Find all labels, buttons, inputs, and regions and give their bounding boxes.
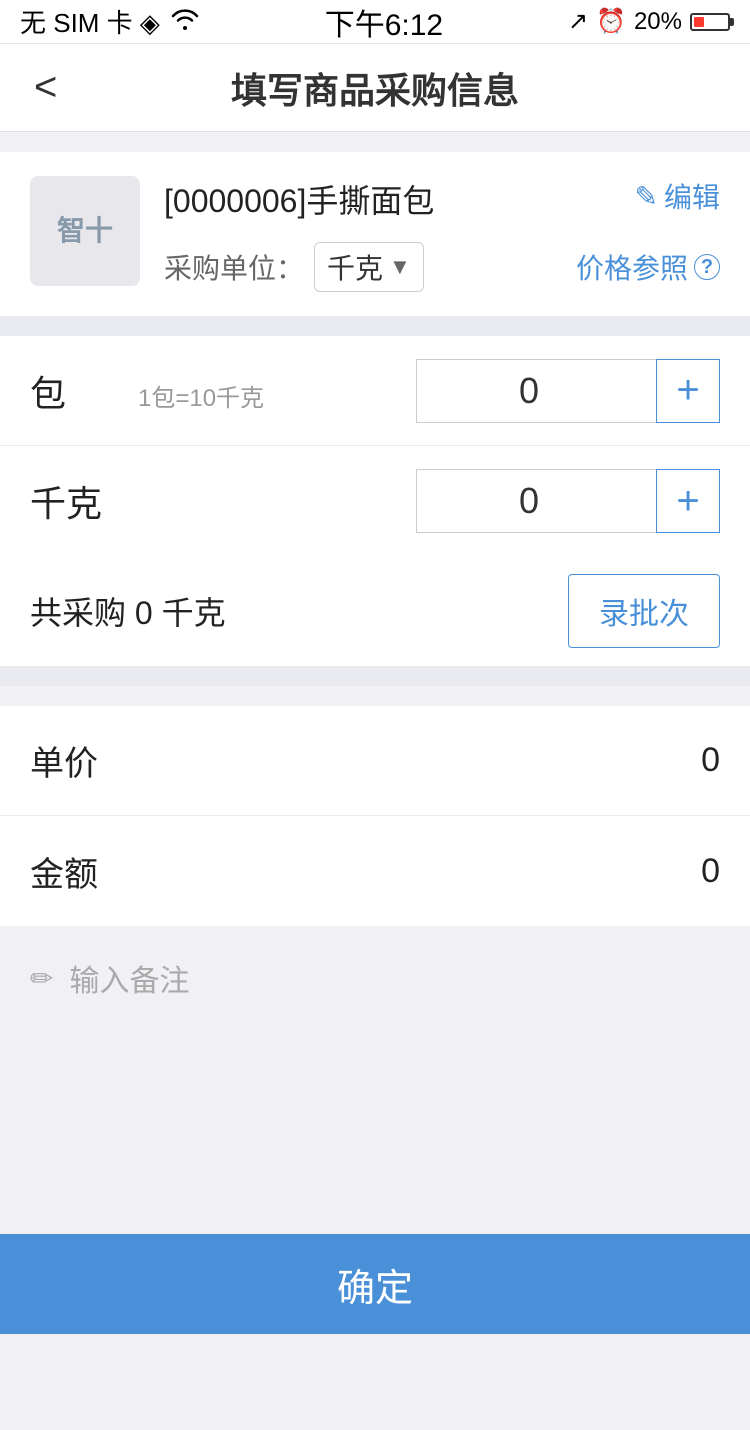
note-input-wrap[interactable]: ✏ 输入备注 [30,956,720,1000]
section-divider-1 [0,316,750,336]
confirm-button[interactable]: 确定 [0,1234,750,1334]
note-section: ✏ 输入备注 [0,926,750,1030]
unit-price-row: 单价 0 [0,706,750,816]
bao-input-wrap: + [416,359,720,423]
unit-price-value: 0 [701,741,720,780]
amount-row: 金额 0 [0,816,750,926]
summary-text: 共采购 0 千克 [30,588,226,634]
status-time: 下午6:12 [325,0,443,44]
kg-quantity-input[interactable] [416,469,656,533]
kg-plus-button[interactable]: + [656,469,720,533]
edit-icon: ✎ [635,180,658,213]
status-bar: 无 SIM 卡 ◈ 下午6:12 ↗ ⏰ 20% [0,0,750,44]
amount-label: 金额 [30,847,98,896]
note-placeholder: 输入备注 [69,956,189,1000]
product-logo: 智十 [57,217,113,245]
kg-row: 千克 + [0,446,750,556]
location-icon: ↗ [568,7,588,36]
bottom-padding [0,1330,750,1430]
back-button[interactable]: < [24,55,67,120]
unit-select[interactable]: 千克 ▼ [314,242,424,292]
bao-sublabel: 1包=10千克 [138,378,264,413]
summary-row: 共采购 0 千克 录批次 [0,556,750,666]
bao-plus-button[interactable]: + [656,359,720,423]
kg-label: 千克 [30,475,130,527]
kg-input-wrap: + [416,469,720,533]
product-thumbnail: 智十 [30,176,140,286]
amount-value: 0 [701,852,720,891]
edit-button[interactable]: ✎ 编辑 [635,176,720,216]
product-header: [0000006]手撕面包 ✎ 编辑 [164,176,720,222]
batch-button[interactable]: 录批次 [568,574,720,648]
nav-bar: < 填写商品采购信息 [0,44,750,132]
edit-label: 编辑 [664,176,720,216]
sim-label: 无 SIM 卡 ◈ [20,3,160,40]
bao-label-wrap: 包 1包=10千克 [30,365,416,417]
pencil-icon: ✏ [30,962,53,995]
page-title: 填写商品采购信息 [231,62,519,114]
bao-quantity-input[interactable] [416,359,656,423]
unit-label: 采购单位： 千克 ▼ [164,242,424,292]
bao-label: 包 [30,365,130,417]
wifi-icon [170,6,200,37]
help-icon: ? [694,254,720,280]
status-right: ↗ ⏰ 20% [568,7,730,36]
product-name: [0000006]手撕面包 [164,176,434,222]
status-left: 无 SIM 卡 ◈ [20,3,200,40]
price-section: 单价 0 金额 0 [0,706,750,926]
product-info: [0000006]手撕面包 ✎ 编辑 采购单位： 千克 ▼ 价格参照 ? [164,176,720,292]
product-card: 智十 [0000006]手撕面包 ✎ 编辑 采购单位： 千克 ▼ [0,152,750,316]
battery-icon [690,13,730,31]
kg-label-wrap: 千克 [30,475,416,527]
unit-price-label: 单价 [30,736,98,785]
alarm-icon: ⏰ [596,7,626,36]
product-unit-row: 采购单位： 千克 ▼ 价格参照 ? [164,242,720,292]
bao-row: 包 1包=10千克 + [0,336,750,446]
quantity-section: 包 1包=10千克 + 千克 + [0,336,750,556]
dropdown-arrow-icon: ▼ [389,254,411,280]
battery-pct: 20% [634,8,682,36]
section-divider-2 [0,666,750,686]
confirm-label: 确定 [337,1257,413,1312]
price-ref-button[interactable]: 价格参照 ? [576,247,720,287]
price-ref-label: 价格参照 [576,247,688,287]
